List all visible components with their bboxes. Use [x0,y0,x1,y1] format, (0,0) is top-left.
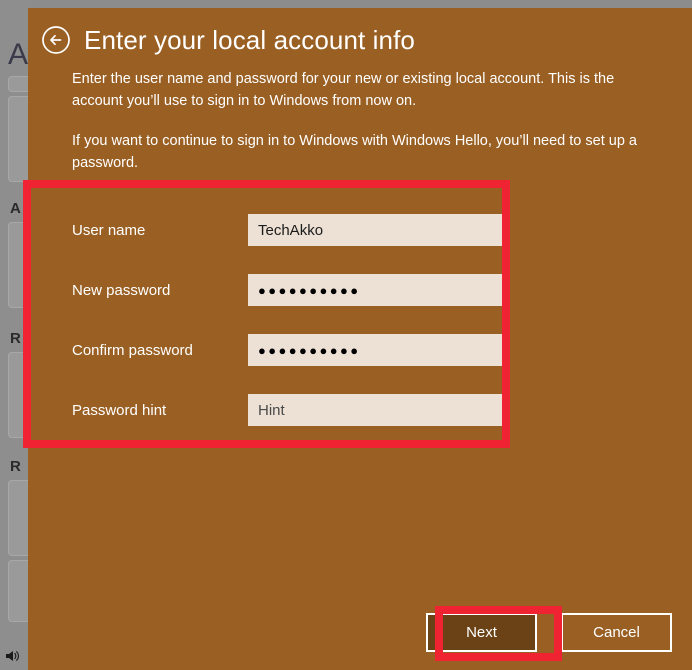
new-password-input[interactable] [248,274,510,306]
background-text-fragment: R [10,330,21,347]
background-card [8,76,30,92]
next-button[interactable]: Next [426,613,537,652]
background-window-strip: A A R R [0,0,30,670]
confirm-password-label: Confirm password [72,342,193,359]
user-name-label: User name [72,222,146,239]
background-card [8,222,30,308]
background-card [8,352,30,438]
background-card [8,480,30,556]
account-form: User name New password Confirm password … [72,208,527,448]
background-text-fragment: A [10,200,21,217]
background-text-fragment: A [8,38,29,71]
form-row-password-hint: Password hint [72,388,527,448]
background-text-fragment: R [10,458,21,475]
form-row-user-name: User name [72,208,527,268]
local-account-dialog: Enter your local account info Enter the … [28,8,692,670]
password-hint-input[interactable] [248,394,510,426]
page-title: Enter your local account info [84,25,415,55]
user-name-input[interactable] [248,214,510,246]
confirm-password-input[interactable] [248,334,510,366]
back-arrow-circle-icon[interactable] [40,24,72,56]
password-hint-label: Password hint [72,402,167,419]
dialog-header: Enter your local account info [40,24,415,56]
cancel-button[interactable]: Cancel [561,613,672,652]
form-row-confirm-password: Confirm password [72,328,527,388]
intro-description: Enter the user name and password for you… [72,71,615,109]
form-row-new-password: New password [72,268,527,328]
dialog-button-bar: Next Cancel [426,613,672,652]
windows-hello-description: If you want to continue to sign in to Wi… [72,133,637,171]
background-card [8,560,30,622]
speaker-icon [6,650,19,662]
background-card [8,96,30,182]
new-password-label: New password [72,282,171,299]
